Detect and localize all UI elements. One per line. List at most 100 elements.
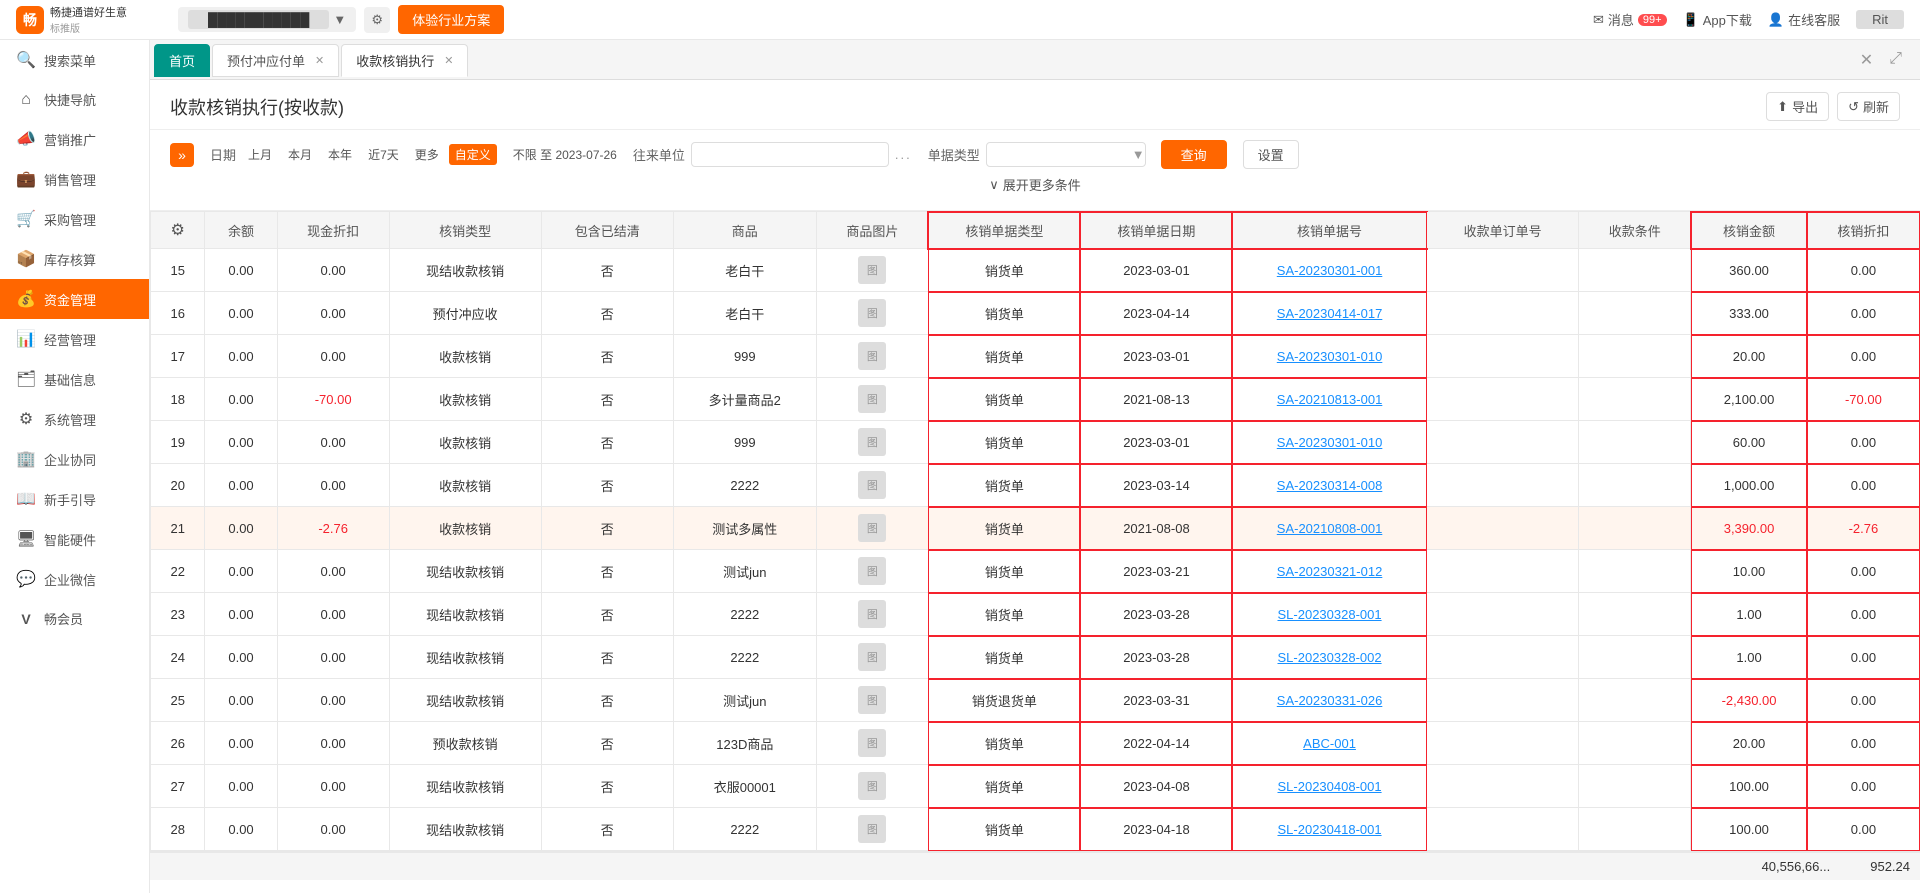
- sidebar-item-inventory[interactable]: 📦 库存核算: [0, 239, 149, 279]
- row-verify-bill-no[interactable]: SA-20230321-012: [1232, 550, 1426, 593]
- row-product-image: 图: [816, 249, 928, 292]
- page-title: 收款核销执行(按收款): [170, 94, 344, 120]
- row-receipt-order-no: [1427, 808, 1579, 851]
- sidebar-item-label: 经营管理: [44, 330, 96, 349]
- row-number: 16: [151, 292, 205, 335]
- refresh-button[interactable]: ↺ 刷新: [1837, 92, 1900, 121]
- row-verify-bill-no[interactable]: SA-20230301-010: [1232, 335, 1426, 378]
- sidebar-item-label: 企业微信: [44, 570, 96, 589]
- filter-expand-row[interactable]: ∨ 展开更多条件: [170, 169, 1900, 200]
- row-verify-bill-type: 销货单: [928, 722, 1080, 765]
- row-product-image: 图: [816, 464, 928, 507]
- row-receipt-order-no: [1427, 464, 1579, 507]
- tab-collection[interactable]: 收款核销执行 ✕: [341, 44, 468, 77]
- th-cash-discount: 现金折扣: [277, 212, 389, 249]
- sidebar-item-vip[interactable]: V 畅会员: [0, 599, 149, 638]
- row-verify-bill-no[interactable]: SA-20210808-001: [1232, 507, 1426, 550]
- row-verify-bill-no[interactable]: SL-20230418-001: [1232, 808, 1426, 851]
- th-balance: 余额: [205, 212, 277, 249]
- online-service-button[interactable]: 👤 在线客服: [1768, 10, 1840, 29]
- row-verify-bill-no[interactable]: SA-20230331-026: [1232, 679, 1426, 722]
- bill-type-select[interactable]: [986, 142, 1146, 167]
- page-actions: ⬆ 导出 ↺ 刷新: [1766, 92, 1900, 121]
- sidebar-item-guide[interactable]: 📖 新手引导: [0, 479, 149, 519]
- date-opt-this-year[interactable]: 本年: [322, 144, 358, 165]
- message-button[interactable]: ✉ 消息 99+: [1593, 10, 1667, 29]
- filter-bill-type-group: 单据类型 ▼: [928, 142, 1145, 167]
- sidebar-item-label: 搜索菜单: [44, 51, 96, 70]
- message-icon: ✉: [1593, 12, 1604, 28]
- filter-row: » 日期 上月 本月 本年 近7天 更多 自定义 不限 至 2023-07-26: [170, 140, 1900, 169]
- row-verify-discount: 0.00: [1807, 249, 1919, 292]
- tab-home[interactable]: 首页: [154, 44, 210, 77]
- app-edition: 标推版: [50, 20, 127, 35]
- row-product: 999: [673, 421, 816, 464]
- row-verify-type: 现结收款核销: [389, 593, 541, 636]
- main-layout: 🔍 搜索菜单 ⌂ 快捷导航 📣 营销推广 💼 销售管理 🛒 采购管理 📦 库存核…: [0, 40, 1920, 893]
- row-verify-discount: 0.00: [1807, 765, 1919, 808]
- sidebar-item-label: 营销推广: [44, 130, 96, 149]
- row-verify-bill-date: 2023-03-28: [1080, 636, 1232, 679]
- settings-button[interactable]: 设置: [1243, 140, 1299, 169]
- sidebar-item-wechat[interactable]: 💬 企业微信: [0, 559, 149, 599]
- sidebar-item-purchase[interactable]: 🛒 采购管理: [0, 199, 149, 239]
- chevron-down-icon: ▼: [333, 12, 346, 27]
- row-verify-bill-no[interactable]: SL-20230328-002: [1232, 636, 1426, 679]
- date-opt-last-month[interactable]: 上月: [242, 144, 278, 165]
- sidebar-item-corp[interactable]: 🏢 企业协同: [0, 439, 149, 479]
- row-cash-discount: 0.00: [277, 722, 389, 765]
- row-verify-type: 现结收款核销: [389, 636, 541, 679]
- tab-maximize-button[interactable]: ⤢: [1883, 48, 1908, 72]
- row-verify-bill-no[interactable]: SA-20230301-010: [1232, 421, 1426, 464]
- row-verify-bill-no[interactable]: SA-20230301-001: [1232, 249, 1426, 292]
- purchase-icon: 🛒: [16, 209, 36, 229]
- row-receipt-condition: [1579, 378, 1691, 421]
- th-settings[interactable]: ⚙: [151, 212, 205, 249]
- row-verify-bill-no[interactable]: ABC-001: [1232, 722, 1426, 765]
- filter-expand-button[interactable]: »: [170, 143, 194, 167]
- gear-button[interactable]: ⚙: [364, 7, 390, 33]
- row-verify-bill-no[interactable]: SA-20230414-017: [1232, 292, 1426, 335]
- date-opt-7days[interactable]: 近7天: [362, 144, 405, 165]
- sidebar-item-finance[interactable]: 💰 资金管理: [0, 279, 149, 319]
- export-button[interactable]: ⬆ 导出: [1766, 92, 1829, 121]
- row-cash-discount: 0.00: [277, 636, 389, 679]
- sidebar-item-quicknav[interactable]: ⌂ 快捷导航: [0, 80, 149, 119]
- tab-prepay-close-icon[interactable]: ✕: [315, 54, 324, 67]
- row-verify-discount: 0.00: [1807, 550, 1919, 593]
- date-opt-more[interactable]: 更多: [409, 144, 445, 165]
- sidebar-item-hardware[interactable]: 🖥 智能硬件: [0, 519, 149, 559]
- from-unit-input[interactable]: [691, 142, 889, 167]
- row-verify-bill-type: 销货单: [928, 808, 1080, 851]
- row-verify-bill-no[interactable]: SA-20230314-008: [1232, 464, 1426, 507]
- table-row: 170.000.00收款核销否999图销货单2023-03-01SA-20230…: [151, 335, 1920, 378]
- filter-bar: » 日期 上月 本月 本年 近7天 更多 自定义 不限 至 2023-07-26: [150, 130, 1920, 211]
- sidebar-item-search[interactable]: 🔍 搜索菜单: [0, 40, 149, 80]
- trial-button[interactable]: 体验行业方案: [398, 5, 504, 34]
- table-container: ⚙ 余额 现金折扣 核销类型 包含已结清 商品 商品图片 核销单据类型 核销单据…: [150, 211, 1920, 893]
- sidebar-item-base[interactable]: 🗂 基础信息: [0, 359, 149, 399]
- date-opt-this-month[interactable]: 本月: [282, 144, 318, 165]
- row-verify-bill-no[interactable]: SL-20230328-001: [1232, 593, 1426, 636]
- sidebar-item-marketing[interactable]: 📣 营销推广: [0, 119, 149, 159]
- company-selector[interactable]: ███████████ ▼: [178, 7, 356, 32]
- row-product-image: 图: [816, 722, 928, 765]
- sidebar-item-operation[interactable]: 📊 经营管理: [0, 319, 149, 359]
- row-balance: 0.00: [205, 249, 277, 292]
- sidebar-item-label: 库存核算: [44, 250, 96, 269]
- date-opt-custom[interactable]: 自定义: [449, 144, 497, 165]
- export-icon: ⬆: [1777, 99, 1788, 115]
- user-menu[interactable]: Rit: [1856, 10, 1904, 29]
- row-receipt-order-no: [1427, 292, 1579, 335]
- tab-collection-close-icon[interactable]: ✕: [444, 54, 453, 67]
- sidebar-item-system[interactable]: ⚙ 系统管理: [0, 399, 149, 439]
- row-verify-bill-no[interactable]: SL-20230408-001: [1232, 765, 1426, 808]
- sidebar-item-sales[interactable]: 💼 销售管理: [0, 159, 149, 199]
- app-download-button[interactable]: 📱 App下载: [1683, 10, 1752, 29]
- tab-prepay[interactable]: 预付冲应付单 ✕: [212, 44, 339, 77]
- tab-close-button[interactable]: ✕: [1854, 48, 1879, 72]
- row-verify-bill-type: 销货单: [928, 507, 1080, 550]
- row-verify-bill-no[interactable]: SA-20210813-001: [1232, 378, 1426, 421]
- query-button[interactable]: 查询: [1161, 140, 1227, 169]
- from-unit-label: 往来单位: [633, 145, 685, 164]
